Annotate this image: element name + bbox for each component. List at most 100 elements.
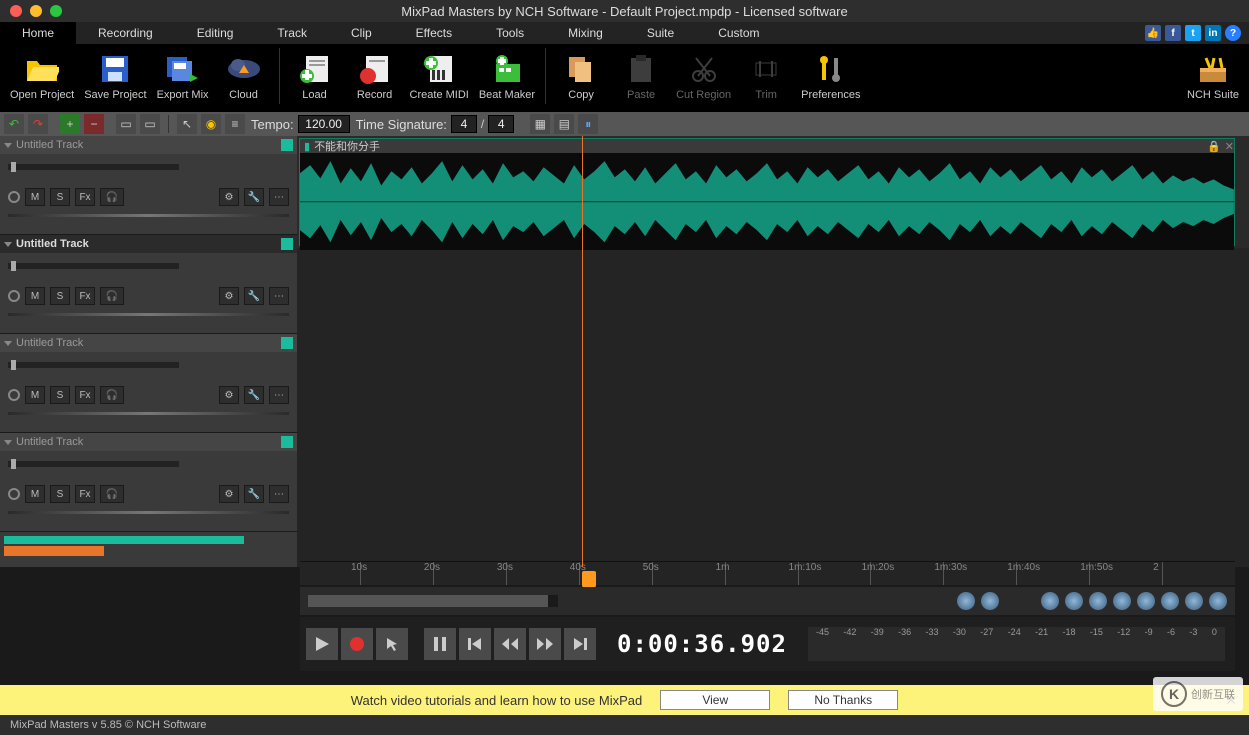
send-button[interactable]: ⚙ [219,188,239,206]
view-2-button[interactable]: ▤ [554,114,574,134]
menu-effects[interactable]: Effects [394,22,474,44]
lock-icon[interactable]: 🔒 [1207,140,1221,153]
promo-view-button[interactable]: View [660,690,770,710]
go-start-button[interactable] [459,628,491,660]
rewind-button[interactable] [494,628,526,660]
fx-button[interactable]: Fx [75,386,95,404]
export-mix-button[interactable]: Export Mix [153,48,213,103]
pan-slider[interactable] [8,511,289,514]
load-button[interactable]: Load [286,48,344,103]
fx-button[interactable]: Fx [75,485,95,503]
audio-clip[interactable]: ▮ 不能和你分手 🔒 ✕ [299,138,1235,246]
pause-button[interactable] [424,628,456,660]
forward-button[interactable] [529,628,561,660]
promo-no-button[interactable]: No Thanks [788,690,898,710]
arm-record-button[interactable] [8,191,20,203]
redo-button[interactable]: ↷ [28,114,48,134]
copy-button[interactable]: Copy [552,48,610,103]
monitor-button[interactable]: 🎧 [100,485,124,503]
track-row[interactable]: Untitled Track M S Fx 🎧 ⚙ 🔧 ⋯ [0,136,297,235]
zoom-1-icon[interactable] [1065,592,1083,610]
help-icon[interactable]: ? [1225,25,1241,41]
cursor-button[interactable] [376,628,408,660]
facebook-icon[interactable]: f [1165,25,1181,41]
linkedin-icon[interactable]: in [1205,25,1221,41]
tempo-input[interactable] [298,115,350,133]
timesig-num-input[interactable] [451,115,477,133]
twitter-icon[interactable]: t [1185,25,1201,41]
solo-button[interactable]: S [50,188,70,206]
record-transport-button[interactable] [341,628,373,660]
zoom-3-icon[interactable] [1113,592,1131,610]
send-button[interactable]: ⚙ [219,287,239,305]
fx-button[interactable]: Fx [75,188,95,206]
play-button[interactable] [306,628,338,660]
timesig-den-input[interactable] [488,115,514,133]
track-lane[interactable]: ▮ 不能和你分手 🔒 ✕ [297,136,1249,248]
pan-slider[interactable] [8,214,289,217]
time-ruler[interactable]: 10s 20s 30s 40s 50s 1m 1m:10s 1m:20s 1m:… [300,561,1235,585]
track-row[interactable]: Untitled Track M S Fx 🎧 ⚙ 🔧 ⋯ [0,235,297,334]
menu-recording[interactable]: Recording [76,22,175,44]
add-track-button[interactable]: + [60,114,80,134]
wrench-button[interactable]: 🔧 [244,485,264,503]
like-icon[interactable]: 👍 [1145,25,1161,41]
remove-track-button[interactable]: − [84,114,104,134]
monitor-button[interactable]: 🎧 [100,188,124,206]
view-3-button[interactable]: ⏸ [578,114,598,134]
arm-record-button[interactable] [8,389,20,401]
more-button[interactable]: ⋯ [269,485,289,503]
solo-button[interactable]: S [50,287,70,305]
expand-icon[interactable] [4,341,12,346]
preferences-button[interactable]: Preferences [797,48,864,103]
wrench-button[interactable]: 🔧 [244,386,264,404]
nch-suite-button[interactable]: NCH Suite [1183,48,1243,103]
menu-tools[interactable]: Tools [474,22,546,44]
volume-fader[interactable] [8,263,179,269]
open-project-button[interactable]: Open Project [6,48,78,103]
save-project-button[interactable]: Save Project [80,48,150,103]
send-button[interactable]: ⚙ [219,386,239,404]
track-row[interactable]: Untitled Track M S Fx 🎧 ⚙ 🔧 ⋯ [0,433,297,532]
mute-button[interactable]: M [25,386,45,404]
track-color-icon[interactable] [281,337,293,349]
timeline-canvas[interactable]: ▮ 不能和你分手 🔒 ✕ [297,136,1249,567]
menu-mixing[interactable]: Mixing [546,22,625,44]
mute-button[interactable]: M [25,485,45,503]
expand-icon[interactable] [4,440,12,445]
go-end-button[interactable] [564,628,596,660]
track-color-icon[interactable] [281,139,293,151]
monitor-button[interactable]: 🎧 [100,287,124,305]
metronome-button[interactable]: ≡ [225,114,245,134]
wrench-button[interactable]: 🔧 [244,188,264,206]
more-button[interactable]: ⋯ [269,188,289,206]
tool-2-button[interactable]: ▭ [140,114,160,134]
menu-editing[interactable]: Editing [175,22,256,44]
expand-icon[interactable] [4,143,12,148]
clip-close-icon[interactable]: ✕ [1225,140,1234,153]
zoom-out-h-icon[interactable] [981,592,999,610]
zoom-6-icon[interactable] [1185,592,1203,610]
tool-1-button[interactable]: ▭ [116,114,136,134]
menu-track[interactable]: Track [255,22,329,44]
fx-button[interactable]: Fx [75,287,95,305]
track-row[interactable]: Untitled Track M S Fx 🎧 ⚙ 🔧 ⋯ [0,334,297,433]
horizontal-scrollbar[interactable] [308,595,558,607]
volume-fader[interactable] [8,461,179,467]
arm-record-button[interactable] [8,488,20,500]
menu-clip[interactable]: Clip [329,22,394,44]
playhead[interactable] [582,136,583,567]
beat-maker-button[interactable]: Beat Maker [475,48,539,103]
pan-slider[interactable] [8,313,289,316]
zoom-7-icon[interactable] [1209,592,1227,610]
arm-record-button[interactable] [8,290,20,302]
track-color-icon[interactable] [281,436,293,448]
send-button[interactable]: ⚙ [219,485,239,503]
overview-selection[interactable] [4,546,104,556]
track-color-icon[interactable] [281,238,293,250]
more-button[interactable]: ⋯ [269,287,289,305]
view-1-button[interactable]: ▦ [530,114,550,134]
solo-button[interactable]: S [50,485,70,503]
menu-suite[interactable]: Suite [625,22,696,44]
zoom-fit-icon[interactable] [1041,592,1059,610]
